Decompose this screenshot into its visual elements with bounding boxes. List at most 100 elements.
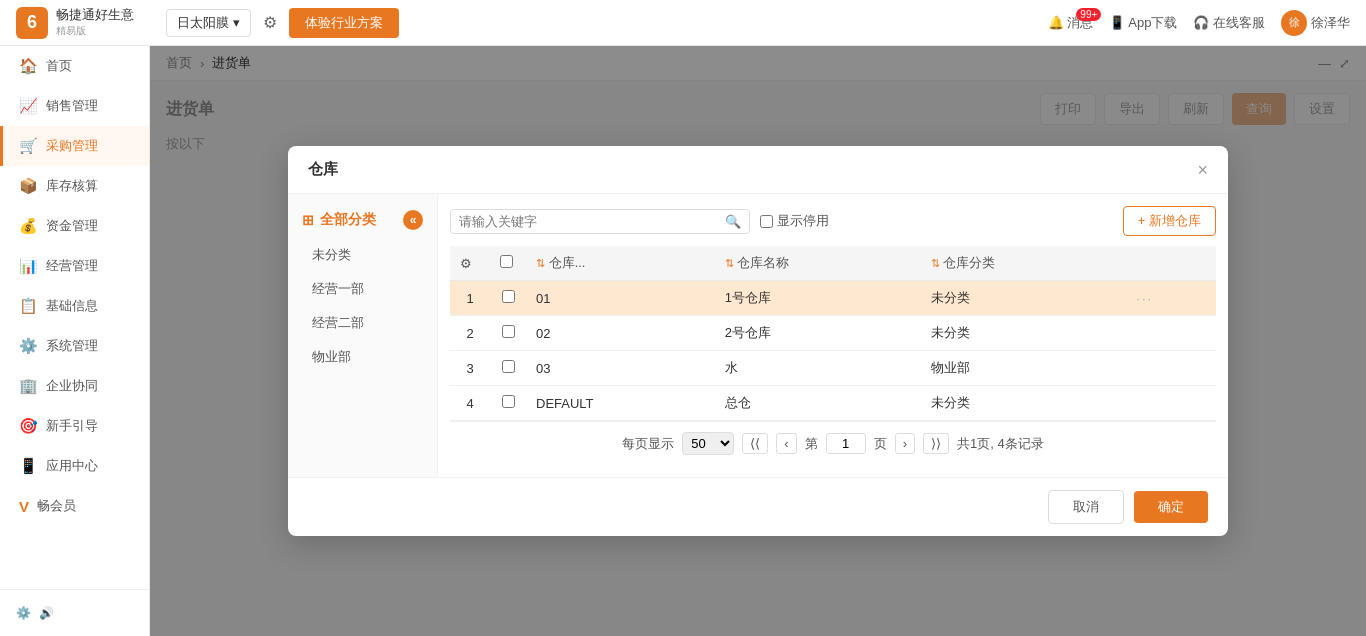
sidebar-item-purchase[interactable]: 🛒 采购管理 — [0, 126, 149, 166]
disabled-toggle[interactable] — [760, 215, 773, 228]
row-checkbox-4[interactable] — [502, 395, 515, 408]
headset-icon: 🎧 — [1193, 15, 1209, 30]
sidebar-bottom-settings[interactable]: ⚙️ 🔊 — [0, 598, 149, 628]
logo-name: 畅捷通好生意 — [56, 7, 134, 24]
table-row[interactable]: 3 03 水 物业部 — [450, 351, 1216, 386]
sidebar-item-system[interactable]: ⚙️ 系统管理 — [0, 326, 149, 366]
grid-icon: ⊞ — [302, 212, 314, 228]
dialog-actions: 取消 确定 — [288, 477, 1228, 536]
table-row[interactable]: 2 02 2号仓库 未分类 — [450, 316, 1216, 351]
last-page-button[interactable]: ⟩⟩ — [923, 433, 949, 454]
sidebar-label-system: 系统管理 — [46, 337, 98, 355]
row-check — [490, 351, 526, 386]
sidebar-item-sales[interactable]: 📈 销售管理 — [0, 86, 149, 126]
table-header: ⚙ ⇅ 仓库... — [450, 246, 1216, 281]
show-disabled-checkbox[interactable]: 显示停用 — [760, 212, 829, 230]
notification-badge: 99+ — [1076, 8, 1101, 21]
online-service-btn[interactable]: 🎧 在线客服 — [1193, 14, 1265, 32]
sidebar-item-finance[interactable]: 💰 资金管理 — [0, 206, 149, 246]
row-category: 物业部 — [921, 351, 1127, 386]
col-code: ⇅ 仓库... — [526, 246, 715, 281]
table-row[interactable]: 4 DEFAULT 总仓 未分类 — [450, 386, 1216, 421]
sidebar-label-enterprise: 企业协同 — [46, 377, 98, 395]
home-icon: 🏠 — [19, 57, 38, 75]
sidebar-item-operations[interactable]: 📊 经营管理 — [0, 246, 149, 286]
select-all-checkbox[interactable] — [500, 255, 513, 268]
bell-icon: 🔔 — [1048, 15, 1064, 30]
col-actions — [1126, 246, 1216, 281]
new-warehouse-button[interactable]: + 新增仓库 — [1123, 206, 1216, 236]
logo-sub: 精易版 — [56, 24, 134, 38]
col-name: ⇅ 仓库名称 — [715, 246, 921, 281]
row-code: 03 — [526, 351, 715, 386]
membership-icon: V — [19, 498, 29, 515]
warehouse-table-container: ⚙ ⇅ 仓库... — [450, 246, 1216, 421]
sidebar-item-enterprise[interactable]: 🏢 企业协同 — [0, 366, 149, 406]
appcenter-icon: 📱 — [19, 457, 38, 475]
per-page-select[interactable]: 50 10 20 100 — [682, 432, 734, 455]
row-num: 1 — [450, 281, 490, 316]
basic-icon: 📋 — [19, 297, 38, 315]
sidebar-item-appcenter[interactable]: 📱 应用中心 — [0, 446, 149, 486]
col-check — [490, 246, 526, 281]
category-item-dept2[interactable]: 经营二部 — [288, 306, 437, 340]
row-checkbox-3[interactable] — [502, 360, 515, 373]
table-row[interactable]: 1 01 1号仓库 未分类 ··· — [450, 281, 1216, 316]
row-more — [1126, 351, 1216, 386]
settings-icon: ⚙️ — [16, 606, 31, 620]
row-category: 未分类 — [921, 281, 1127, 316]
notifications-btn[interactable]: 🔔 99+ 消息 — [1048, 14, 1094, 32]
finance-icon: 💰 — [19, 217, 38, 235]
top-header: 6 畅捷通好生意 精易版 日太阳膜 ▾ ⚙ 体验行业方案 🔔 99+ 消息 📱 … — [0, 0, 1366, 46]
warehouse-table: ⚙ ⇅ 仓库... — [450, 246, 1216, 421]
sidebar-item-basic[interactable]: 📋 基础信息 — [0, 286, 149, 326]
operations-icon: 📊 — [19, 257, 38, 275]
row-checkbox-2[interactable] — [502, 325, 515, 338]
dialog-category-sidebar: ⊞ 全部分类 « 未分类 经营一部 经营 — [288, 194, 438, 477]
category-item-dept1[interactable]: 经营一部 — [288, 272, 437, 306]
prev-page-button[interactable]: ‹ — [776, 433, 796, 454]
dialog-close-button[interactable]: × — [1197, 161, 1208, 179]
sidebar-item-inventory[interactable]: 📦 库存核算 — [0, 166, 149, 206]
first-page-button[interactable]: ⟨⟨ — [742, 433, 768, 454]
main-layout: 🏠 首页 📈 销售管理 🛒 采购管理 📦 库存核算 💰 资金管理 📊 经营管理 … — [0, 46, 1366, 636]
row-num: 2 — [450, 316, 490, 351]
gear-icon[interactable]: ⚙ — [263, 13, 277, 32]
row-category: 未分类 — [921, 316, 1127, 351]
row-category: 未分类 — [921, 386, 1127, 421]
user-menu[interactable]: 徐 徐泽华 — [1281, 10, 1350, 36]
app-download-btn[interactable]: 📱 App下载 — [1109, 14, 1177, 32]
row-check — [490, 316, 526, 351]
sidebar-item-membership[interactable]: V 畅会员 — [0, 486, 149, 526]
volume-icon: 🔊 — [39, 606, 54, 620]
row-name: 2号仓库 — [715, 316, 921, 351]
confirm-button[interactable]: 确定 — [1134, 491, 1208, 523]
sidebar-label-operations: 经营管理 — [46, 257, 98, 275]
search-input[interactable] — [459, 214, 719, 229]
category-item-property[interactable]: 物业部 — [288, 340, 437, 374]
purchase-icon: 🛒 — [19, 137, 38, 155]
sidebar-label-guide: 新手引导 — [46, 417, 98, 435]
search-icon[interactable]: 🔍 — [725, 214, 741, 229]
inventory-icon: 📦 — [19, 177, 38, 195]
next-page-button[interactable]: › — [895, 433, 915, 454]
sales-icon: 📈 — [19, 97, 38, 115]
store-selector[interactable]: 日太阳膜 ▾ — [166, 9, 251, 37]
trial-button[interactable]: 体验行业方案 — [289, 8, 399, 38]
all-category-item[interactable]: ⊞ 全部分类 « — [288, 202, 437, 238]
sidebar: 🏠 首页 📈 销售管理 🛒 采购管理 📦 库存核算 💰 资金管理 📊 经营管理 … — [0, 46, 150, 636]
row-num: 3 — [450, 351, 490, 386]
row-code: 02 — [526, 316, 715, 351]
row-checkbox-1[interactable] — [502, 290, 515, 303]
more-icon[interactable]: ··· — [1136, 291, 1153, 306]
cancel-button[interactable]: 取消 — [1048, 490, 1124, 524]
sidebar-label-basic: 基础信息 — [46, 297, 98, 315]
sidebar-item-home[interactable]: 🏠 首页 — [0, 46, 149, 86]
dialog-title: 仓库 — [308, 160, 338, 179]
sidebar-item-guide[interactable]: 🎯 新手引导 — [0, 406, 149, 446]
col-category: ⇅ 仓库分类 — [921, 246, 1127, 281]
category-item-unclassified[interactable]: 未分类 — [288, 238, 437, 272]
sort-icon-name: ⇅ — [725, 257, 734, 269]
collapse-sidebar-button[interactable]: « — [403, 210, 423, 230]
page-input[interactable] — [826, 433, 866, 454]
